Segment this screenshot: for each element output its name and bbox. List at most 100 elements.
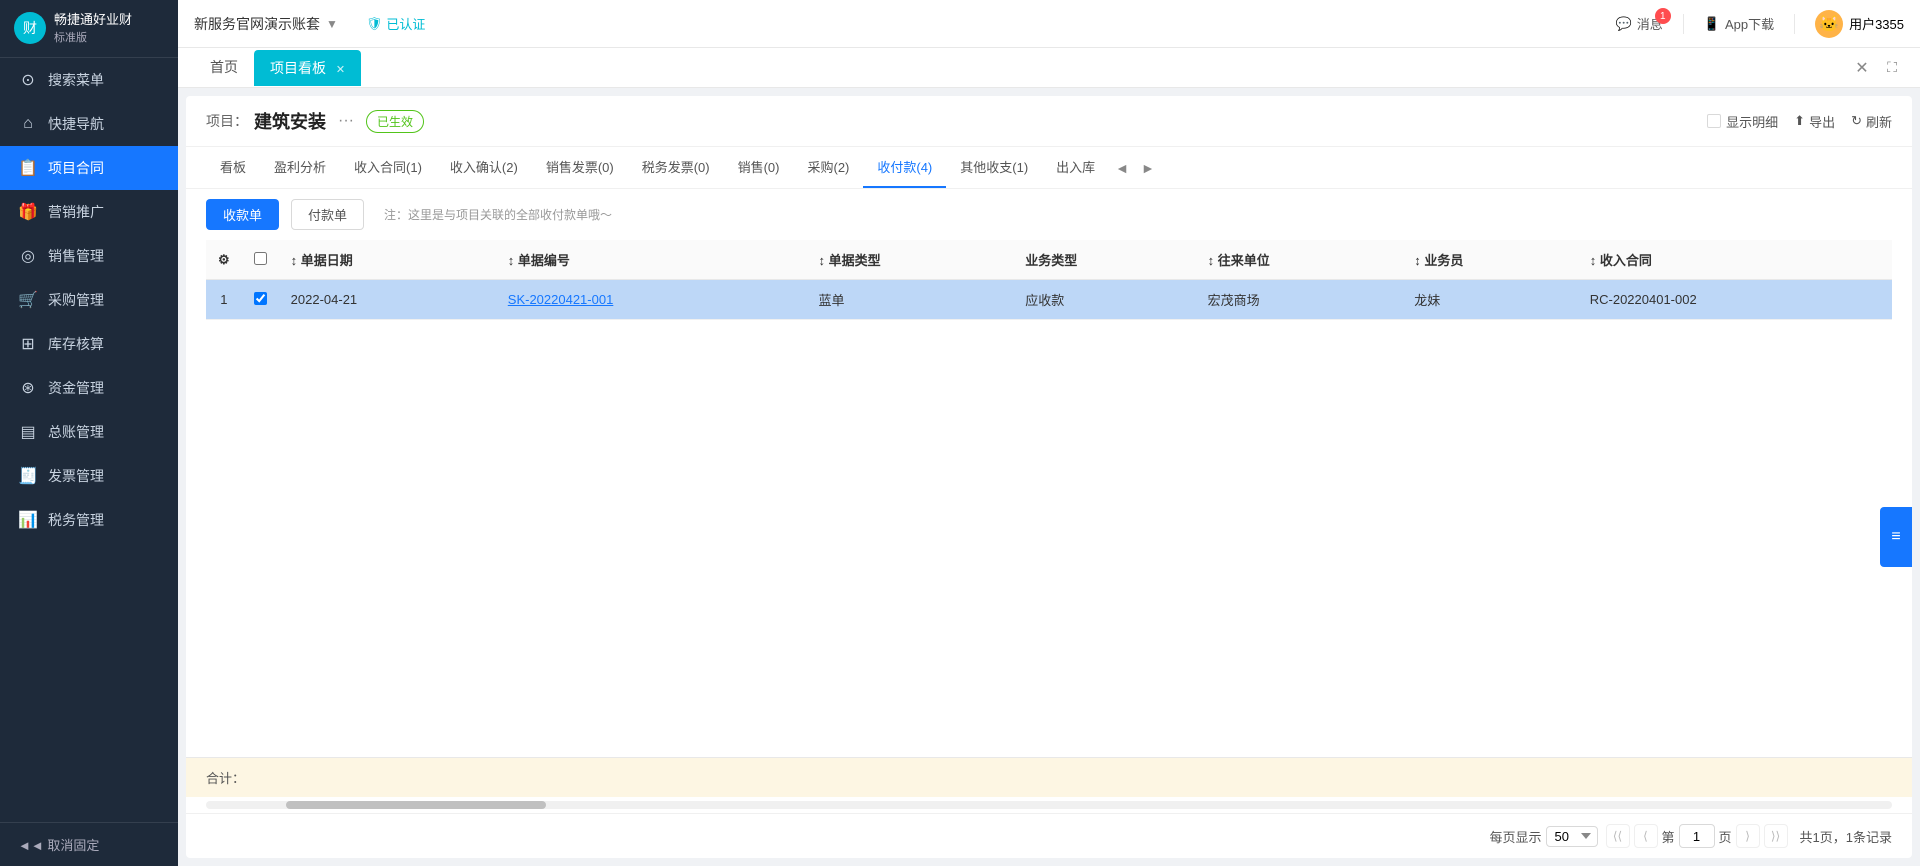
tab-home-label: 首页: [210, 59, 238, 75]
sidebar-item-ledger[interactable]: ▤ 总账管理: [0, 410, 178, 454]
bill-number-link[interactable]: SK-20220421-001: [508, 292, 614, 307]
export-icon: ⬆: [1794, 113, 1805, 129]
window-close-button[interactable]: ✕: [1850, 56, 1874, 80]
page-last-button[interactable]: ⟩⟩: [1764, 824, 1788, 848]
page-size-select[interactable]: 50 20 100: [1546, 826, 1598, 847]
sidebar-item-tax[interactable]: 📊 税务管理: [0, 498, 178, 542]
inventory-icon: ⊞: [18, 334, 38, 354]
tab-project-board[interactable]: 项目看板 ✕: [254, 50, 361, 86]
page-navigation: ⟨⟨ ⟨ 第 页 ⟩ ⟩⟩ 共1页，1条记录: [1606, 824, 1893, 848]
page-first-button[interactable]: ⟨⟨: [1606, 824, 1630, 848]
pagination: 每页显示 50 20 100 ⟨⟨ ⟨ 第 页 ⟩ ⟩⟩ 共1页，1条记录: [186, 813, 1912, 858]
sidebar-item-inventory[interactable]: ⊞ 库存核算: [0, 322, 178, 366]
sub-nav-other-expense[interactable]: 其他收支(1): [946, 147, 1042, 188]
sub-nav-profit[interactable]: 盈利分析: [260, 147, 340, 188]
column-gear[interactable]: ⚙: [206, 240, 242, 280]
sub-nav-inout[interactable]: 出入库: [1042, 147, 1109, 188]
content-panel: 项目： 建筑安装 ··· 已生效 显示明细 ⬆ 导出 ↻ 刷新: [186, 96, 1912, 858]
divider: [1683, 14, 1684, 34]
window-maximize-button[interactable]: ⛶: [1880, 56, 1904, 80]
column-staff[interactable]: ↕ 业务员: [1402, 240, 1577, 280]
cell-number[interactable]: SK-20220421-001: [496, 280, 807, 320]
column-date[interactable]: ↕ 单据日期: [279, 240, 496, 280]
payment-filter-button[interactable]: 付款单: [291, 199, 364, 230]
export-button[interactable]: ⬆ 导出: [1794, 112, 1835, 131]
certified-label: 已认证: [386, 14, 425, 33]
sidebar-unpin-button[interactable]: ◄◄ 取消固定: [0, 822, 178, 866]
sales-icon: ◎: [18, 246, 38, 266]
sub-nav-purchase[interactable]: 采购(2): [793, 147, 863, 188]
cell-checkbox[interactable]: [242, 280, 279, 320]
sidebar-item-contract[interactable]: 📋 项目合同: [0, 146, 178, 190]
purchase-icon: 🛒: [18, 290, 38, 310]
cell-type: 蓝单: [807, 280, 1014, 320]
main-content: 新服务官网演示账套 ▼ 🛡 已认证 💬 消息 1 📱 App下载 🐱 用: [178, 0, 1920, 866]
project-actions: 显示明细 ⬆ 导出 ↻ 刷新: [1707, 112, 1892, 131]
sub-nav-sales-invoice[interactable]: 销售发票(0): [532, 147, 628, 188]
gift-icon: 🎁: [18, 202, 38, 222]
column-number[interactable]: ↕ 单据编号: [496, 240, 807, 280]
message-button[interactable]: 💬 消息 1: [1616, 14, 1663, 33]
table-header-row: ⚙ ↕ 单据日期 ↕ 单据编号 ↕: [206, 240, 1892, 280]
sidebar-footer-label: ◄◄ 取消固定: [18, 835, 99, 854]
sub-nav-receipts[interactable]: 收付款(4): [863, 147, 946, 188]
table-body: 1 2022-04-21 SK-20220421-001 蓝单 应收款 宏茂商场…: [206, 280, 1892, 320]
select-all-checkbox[interactable]: [254, 252, 267, 265]
invoice-icon: 🧾: [18, 466, 38, 486]
sub-nav-tax-invoice[interactable]: 税务发票(0): [628, 147, 724, 188]
total-label: 合计：: [206, 768, 245, 787]
column-type[interactable]: ↕ 单据类型: [807, 240, 1014, 280]
user-menu[interactable]: 🐱 用户3355: [1815, 10, 1904, 38]
horizontal-scrollbar-thumb[interactable]: [286, 801, 546, 809]
project-status-badge: 已生效: [366, 110, 424, 133]
page-number-input[interactable]: [1679, 824, 1715, 848]
horizontal-scrollbar-track: [206, 801, 1892, 809]
sidebar-menu: ⊙ 搜索菜单 ⌂ 快捷导航 📋 项目合同 🎁 营销推广 ◎ 销售管理 🛒 采购管…: [0, 58, 178, 822]
account-selector[interactable]: 新服务官网演示账套 ▼: [194, 14, 338, 34]
sub-nav-kanban[interactable]: 看板: [206, 147, 260, 188]
sidebar-item-search[interactable]: ⊙ 搜索菜单: [0, 58, 178, 102]
page-prev-button[interactable]: ⟨: [1634, 824, 1658, 848]
receipts-table: ⚙ ↕ 单据日期 ↕ 单据编号 ↕: [206, 240, 1892, 320]
show-detail-checkbox[interactable]: 显示明细: [1707, 112, 1778, 131]
column-partner[interactable]: ↕ 往来单位: [1196, 240, 1403, 280]
page-label: 第: [1662, 827, 1675, 846]
sidebar-item-sales[interactable]: ◎ 销售管理: [0, 234, 178, 278]
column-income-contract[interactable]: ↕ 收入合同: [1578, 240, 1892, 280]
cell-biz-type: 应收款: [1013, 280, 1195, 320]
quick-action-button[interactable]: ≡: [1880, 507, 1912, 567]
sub-nav-sales[interactable]: 销售(0): [724, 147, 794, 188]
cell-date: 2022-04-21: [279, 280, 496, 320]
row-checkbox[interactable]: [254, 292, 267, 305]
sidebar-item-marketing[interactable]: 🎁 营销推广: [0, 190, 178, 234]
project-more-button[interactable]: ···: [338, 112, 354, 130]
page-suffix: 页: [1719, 827, 1732, 846]
page-size-selector: 每页显示 50 20 100: [1489, 826, 1597, 847]
tab-home[interactable]: 首页: [194, 49, 254, 87]
app-download-button[interactable]: 📱 App下载: [1704, 14, 1774, 33]
cell-staff: 龙妹: [1402, 280, 1577, 320]
checkbox-icon: [1707, 114, 1721, 128]
sidebar-item-label: 资金管理: [48, 378, 104, 398]
receipt-filter-button[interactable]: 收款单: [206, 199, 279, 230]
tax-icon: 📊: [18, 510, 38, 530]
filter-note: 注：这里是与项目关联的全部收付款单哦～: [384, 206, 612, 223]
sidebar-item-label: 库存核算: [48, 334, 104, 354]
user-label: 用户3355: [1849, 14, 1904, 33]
sidebar-item-invoice[interactable]: 🧾 发票管理: [0, 454, 178, 498]
page-next-button[interactable]: ⟩: [1736, 824, 1760, 848]
sidebar-item-shortcut[interactable]: ⌂ 快捷导航: [0, 102, 178, 146]
sub-nav-income-confirm[interactable]: 收入确认(2): [436, 147, 532, 188]
logo-text: 畅捷通好业财: [54, 12, 132, 29]
sub-nav-next-arrow[interactable]: ►: [1135, 152, 1161, 184]
sub-nav-prev-arrow[interactable]: ◄: [1109, 152, 1135, 184]
divider: [1794, 14, 1795, 34]
show-detail-label: 显示明细: [1726, 112, 1778, 131]
table-row[interactable]: 1 2022-04-21 SK-20220421-001 蓝单 应收款 宏茂商场…: [206, 280, 1892, 320]
refresh-button[interactable]: ↻ 刷新: [1851, 112, 1892, 131]
sub-nav-income-contract[interactable]: 收入合同(1): [340, 147, 436, 188]
tab-close-icon[interactable]: ✕: [336, 64, 345, 76]
sidebar-item-purchase[interactable]: 🛒 采购管理: [0, 278, 178, 322]
sidebar-item-label: 项目合同: [48, 158, 104, 178]
sidebar-item-finance[interactable]: ⊛ 资金管理: [0, 366, 178, 410]
